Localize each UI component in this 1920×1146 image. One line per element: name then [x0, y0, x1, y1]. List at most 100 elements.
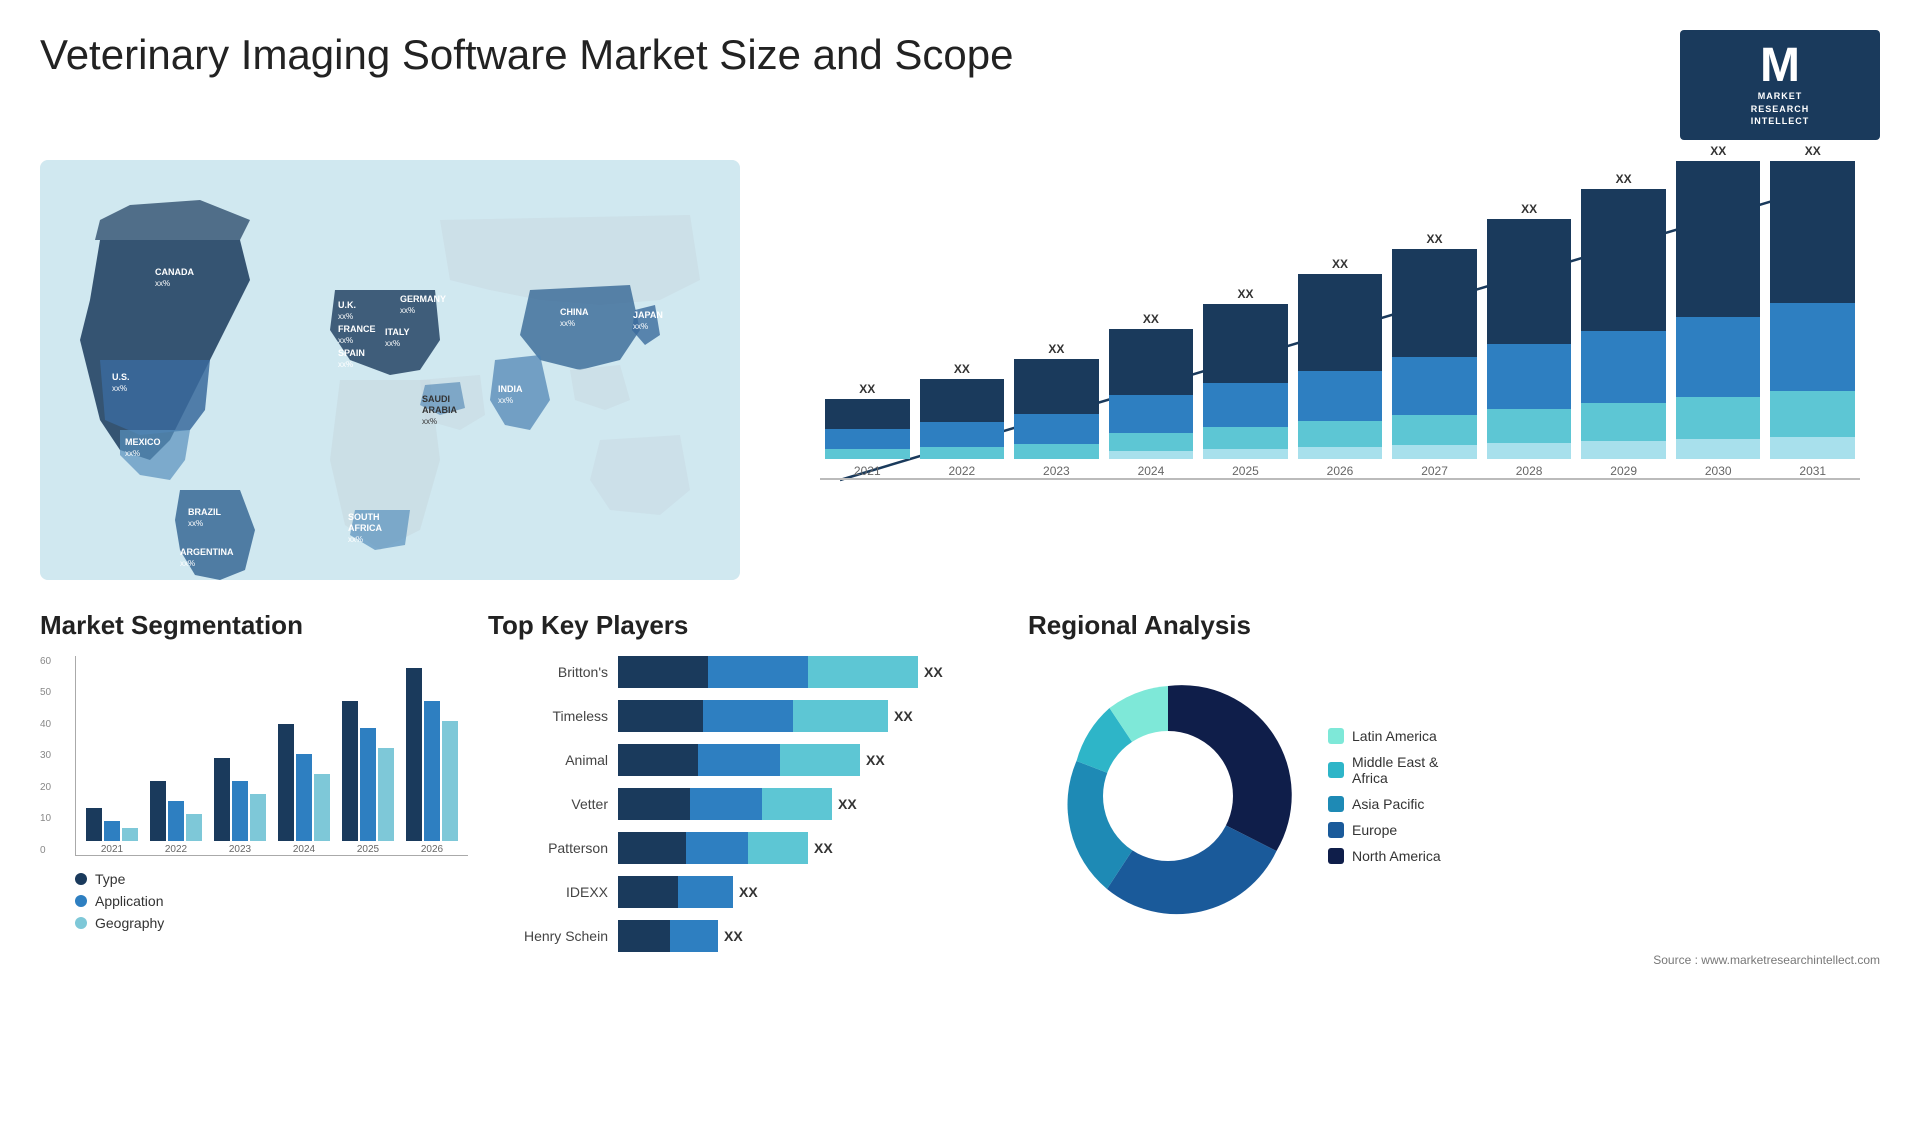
svg-text:BRAZIL: BRAZIL — [188, 507, 221, 517]
legend-dot-geography — [75, 917, 87, 929]
bar-2022: XX 2022 — [920, 362, 1005, 478]
map-section: CANADA xx% U.S. xx% MEXICO xx% BRAZIL xx… — [40, 160, 740, 580]
player-name-vetter: Vetter — [488, 796, 608, 812]
svg-text:xx%: xx% — [422, 417, 437, 426]
bar-value-2022: XX — [954, 362, 970, 376]
seg-group-2023: 2023 — [214, 758, 266, 855]
logo: M MARKETRESEARCHINTELLECT — [1680, 30, 1880, 140]
bar-2026: XX 2026 — [1298, 257, 1383, 478]
svg-text:xx%: xx% — [338, 360, 353, 369]
seg-group-2024: 2024 — [278, 724, 330, 855]
legend-dot-type — [75, 873, 87, 885]
reg-legend-box-mea — [1328, 762, 1344, 778]
regional-container: Latin America Middle East &Africa Asia P… — [1028, 656, 1880, 936]
svg-text:xx%: xx% — [338, 336, 353, 345]
svg-text:ITALY: ITALY — [385, 327, 410, 337]
seg-group-2026: 2026 — [406, 668, 458, 855]
reg-legend-box-north-america — [1328, 848, 1344, 864]
regional-title: Regional Analysis — [1028, 610, 1880, 641]
svg-text:xx%: xx% — [180, 559, 195, 568]
seg-bar-type-2021 — [86, 808, 102, 841]
player-patterson: Patterson XX — [488, 832, 1008, 864]
reg-legend-label-asia-pacific: Asia Pacific — [1352, 796, 1424, 812]
player-name-patterson: Patterson — [488, 840, 608, 856]
svg-text:ARABIA: ARABIA — [422, 405, 457, 415]
bar-value-2030: XX — [1710, 144, 1726, 158]
bar-2023: XX 2023 — [1014, 342, 1099, 478]
player-idexx: IDEXX XX — [488, 876, 1008, 908]
reg-legend-label-mea: Middle East &Africa — [1352, 754, 1438, 786]
bottom-section: Market Segmentation 60 50 40 30 20 10 0 — [40, 610, 1880, 969]
bar-value-2029: XX — [1616, 172, 1632, 186]
seg-bar-app-2021 — [104, 821, 120, 841]
svg-text:AFRICA: AFRICA — [348, 523, 382, 533]
svg-text:xx%: xx% — [400, 306, 415, 315]
bar-2021: XX 2021 — [825, 382, 910, 478]
donut-svg — [1028, 656, 1308, 936]
svg-text:xx%: xx% — [385, 339, 400, 348]
key-players-title: Top Key Players — [488, 610, 1008, 641]
donut-center — [1103, 731, 1233, 861]
top-section: CANADA xx% U.S. xx% MEXICO xx% BRAZIL xx… — [40, 160, 1880, 580]
bar-year-2030: 2030 — [1705, 464, 1732, 478]
bar-2031: XX 2031 — [1770, 144, 1855, 478]
bar-2027: XX 2027 — [1392, 232, 1477, 478]
svg-text:CANADA: CANADA — [155, 267, 194, 277]
legend-application: Application — [75, 893, 468, 909]
svg-text:U.S.: U.S. — [112, 372, 130, 382]
player-name-brittons: Britton's — [488, 664, 608, 680]
svg-text:ARGENTINA: ARGENTINA — [180, 547, 234, 557]
bar-2029: XX 2029 — [1581, 172, 1666, 478]
player-name-idexx: IDEXX — [488, 884, 608, 900]
player-bar-brittons: XX — [618, 656, 943, 688]
svg-text:xx%: xx% — [125, 449, 140, 458]
seg-bars-container: 2021 2022 — [75, 656, 468, 856]
reg-legend-label-north-america: North America — [1352, 848, 1441, 864]
player-name-henry-schein: Henry Schein — [488, 928, 608, 944]
player-bar-vetter: XX — [618, 788, 857, 820]
page-title: Veterinary Imaging Software Market Size … — [40, 30, 1014, 80]
segmentation-title: Market Segmentation — [40, 610, 468, 641]
svg-text:U.K.: U.K. — [338, 300, 356, 310]
bar-2030: XX 2030 — [1676, 144, 1761, 478]
bar-year-2024: 2024 — [1138, 464, 1165, 478]
reg-legend-label-europe: Europe — [1352, 822, 1397, 838]
bar-year-2028: 2028 — [1516, 464, 1543, 478]
seg-group-2025: 2025 — [342, 701, 394, 855]
svg-text:xx%: xx% — [155, 279, 170, 288]
bar-year-2026: 2026 — [1327, 464, 1354, 478]
reg-legend-box-europe — [1328, 822, 1344, 838]
svg-text:MEXICO: MEXICO — [125, 437, 161, 447]
seg-bar-geo-2021 — [122, 828, 138, 841]
donut-chart — [1028, 656, 1308, 936]
bar-value-2024: XX — [1143, 312, 1159, 326]
regional-legend: Latin America Middle East &Africa Asia P… — [1328, 728, 1441, 864]
seg-legend: Type Application Geography — [75, 871, 468, 931]
svg-text:xx%: xx% — [498, 396, 513, 405]
svg-text:FRANCE: FRANCE — [338, 324, 376, 334]
svg-text:GERMANY: GERMANY — [400, 294, 446, 304]
seg-y-axis: 60 50 40 30 20 10 0 — [40, 656, 51, 856]
legend-label-type: Type — [95, 871, 125, 887]
source-text: Source : www.marketresearchintellect.com — [1653, 953, 1880, 967]
player-bar-timeless: XX — [618, 700, 913, 732]
player-bar-animal: XX — [618, 744, 885, 776]
svg-text:xx%: xx% — [112, 384, 127, 393]
player-bar-henry-schein: XX — [618, 920, 743, 952]
svg-text:SPAIN: SPAIN — [338, 348, 365, 358]
reg-legend-mea: Middle East &Africa — [1328, 754, 1441, 786]
bar-year-2021: 2021 — [854, 464, 881, 478]
key-players-section: Top Key Players Britton's XX Timeless — [488, 610, 1008, 969]
svg-text:xx%: xx% — [338, 312, 353, 321]
bar-value-2026: XX — [1332, 257, 1348, 271]
svg-text:INDIA: INDIA — [498, 384, 523, 394]
bar-value-2023: XX — [1048, 342, 1064, 356]
player-timeless: Timeless XX — [488, 700, 1008, 732]
logo-letter: M — [1760, 42, 1800, 90]
svg-text:xx%: xx% — [560, 319, 575, 328]
legend-geography: Geography — [75, 915, 468, 931]
source-credit: Source : www.marketresearchintellect.com — [1028, 951, 1880, 969]
svg-text:xx%: xx% — [188, 519, 203, 528]
bar-value-2031: XX — [1805, 144, 1821, 158]
svg-text:SOUTH: SOUTH — [348, 512, 380, 522]
